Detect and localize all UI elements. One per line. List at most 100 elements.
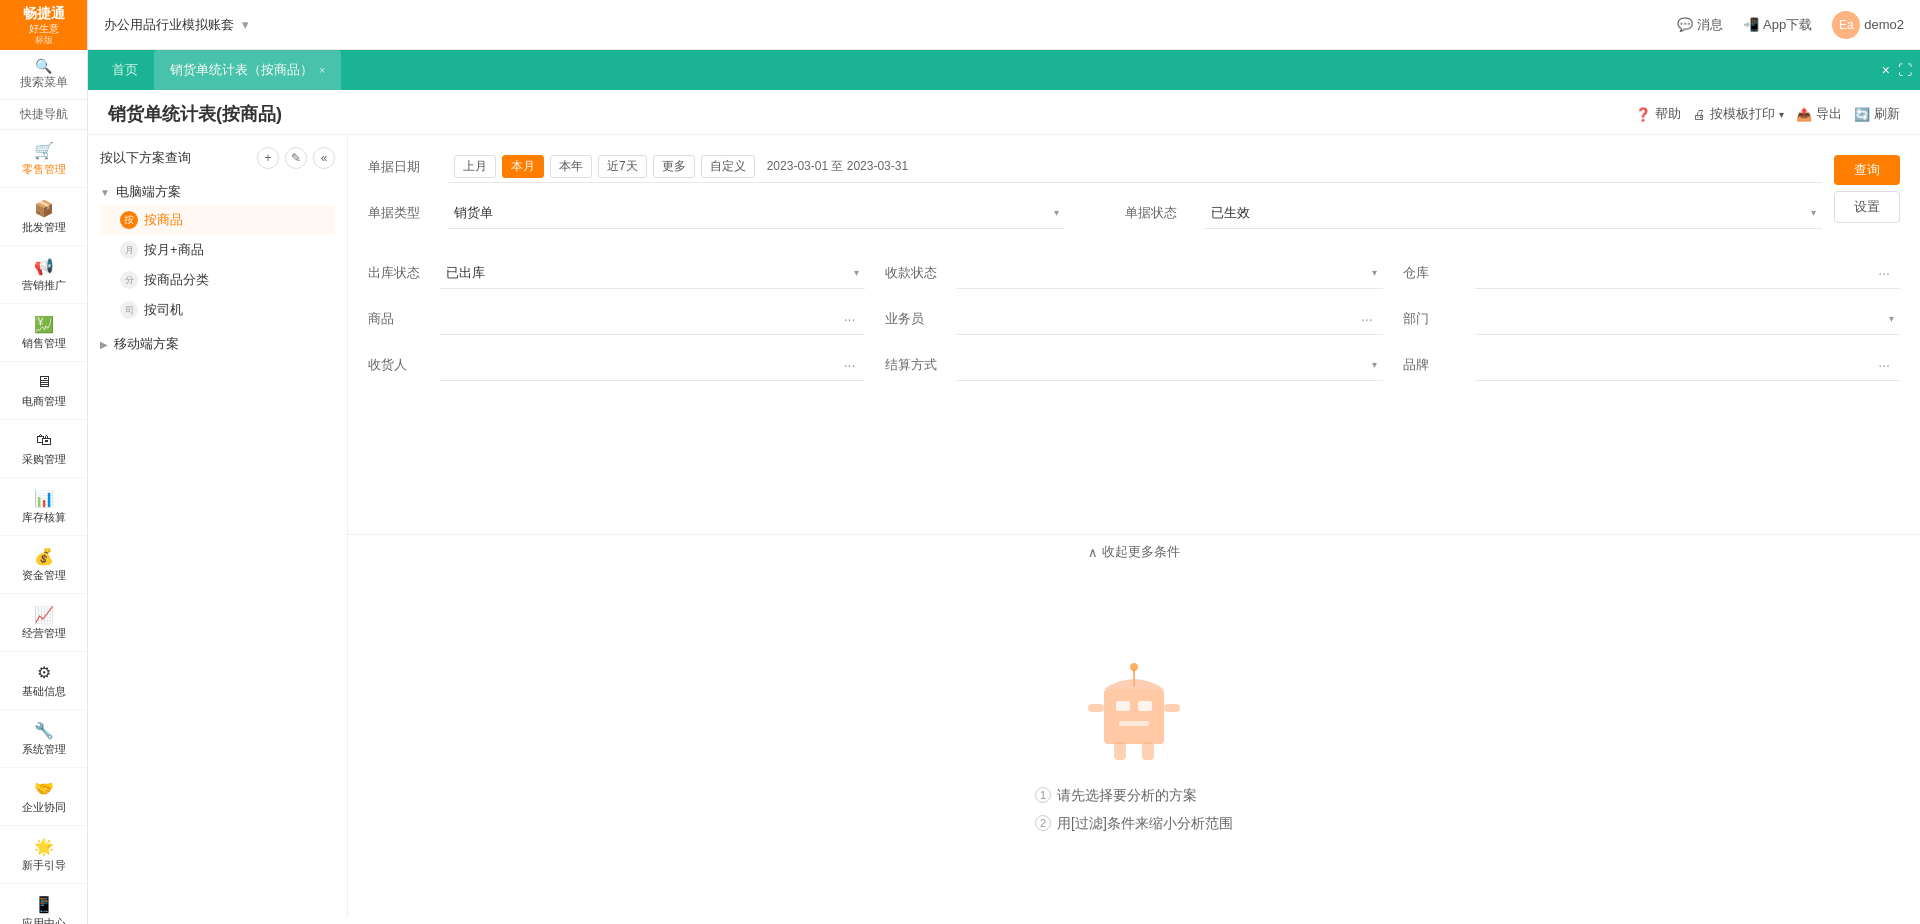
sidebar-search[interactable]: 🔍 搜索菜单 xyxy=(0,50,87,100)
settlement-arrow: ▾ xyxy=(1372,359,1377,370)
scheme-item-icon-driver: 司 xyxy=(120,301,138,319)
sidebar-item-basic[interactable]: ⚙ 基础信息 xyxy=(0,652,87,710)
pc-group-arrow: ▼ xyxy=(100,187,110,198)
scheme-item-icon-category: 分 xyxy=(120,271,138,289)
sidebar-item-retail[interactable]: 🛒 零售管理 xyxy=(0,130,87,188)
sidebar-item-sales[interactable]: 💹 销售管理 xyxy=(0,304,87,362)
svg-rect-3 xyxy=(1119,721,1149,726)
dept-label: 部门 xyxy=(1403,310,1475,328)
dept-arrow: ▾ xyxy=(1889,313,1894,324)
dept-control[interactable]: ▾ xyxy=(1475,303,1900,335)
payment-control[interactable]: ▾ xyxy=(957,257,1382,289)
docstatus-value: 已生效 xyxy=(1211,204,1807,222)
scheme-item-label-month: 按月+商品 xyxy=(144,241,204,259)
sidebar-item-newguide[interactable]: 🌟 新手引导 xyxy=(0,826,87,884)
date-recent7-btn[interactable]: 近7天 xyxy=(598,155,647,178)
docstatus-control[interactable]: 已生效 ▾ xyxy=(1205,197,1822,229)
brand-dots[interactable]: ··· xyxy=(1874,357,1894,373)
filter-brand: 品牌 ··· xyxy=(1403,349,1900,381)
logo-text: 畅捷通 好生意 标版 xyxy=(23,4,65,47)
empty-illustration xyxy=(1074,649,1194,769)
tab-close-icon[interactable]: × xyxy=(319,64,325,76)
tip-text-1: 请先选择要分析的方案 xyxy=(1057,781,1197,809)
outstatus-control[interactable]: 已出库 ▾ xyxy=(440,257,865,289)
window-close-icon[interactable]: × xyxy=(1882,62,1890,78)
salesperson-control[interactable]: ··· xyxy=(957,303,1382,335)
scheme-item-by-category[interactable]: 分 按商品分类 xyxy=(100,265,335,295)
warehouse-control[interactable]: ··· xyxy=(1475,257,1900,289)
receiver-dots[interactable]: ··· xyxy=(840,357,860,373)
collapse-row[interactable]: ∧ 收起更多条件 xyxy=(348,534,1920,569)
sidebar-item-marketing[interactable]: 📢 营销推广 xyxy=(0,246,87,304)
scheme-group-mobile-header[interactable]: ▶ 移动端方案 xyxy=(100,331,335,357)
message-icon: 💬 xyxy=(1677,17,1693,32)
date-last-month-btn[interactable]: 上月 xyxy=(454,155,496,178)
receiver-control[interactable]: ··· xyxy=(440,349,865,381)
scheme-panel-header: 按以下方案查询 + ✎ « xyxy=(100,147,335,169)
print-btn[interactable]: 🖨 按模板打印 ▾ xyxy=(1693,105,1784,123)
svg-rect-1 xyxy=(1116,701,1130,711)
page-title: 销货单统计表(按商品) xyxy=(108,102,282,126)
appcenter-icon: 📱 xyxy=(34,894,54,914)
scheme-item-by-driver[interactable]: 司 按司机 xyxy=(100,295,335,325)
refresh-icon: 🔄 xyxy=(1854,107,1870,122)
sidebar-quick-nav[interactable]: 快捷导航 xyxy=(0,100,87,130)
industry-dropdown-icon[interactable]: ▾ xyxy=(242,17,249,32)
date-more-btn[interactable]: 更多 xyxy=(653,155,695,178)
query-button[interactable]: 查询 xyxy=(1834,155,1900,185)
product-control[interactable]: ··· xyxy=(440,303,865,335)
sidebar-item-inventory[interactable]: 📊 库存核算 xyxy=(0,478,87,536)
sidebar-item-wholesale[interactable]: 📦 批发管理 xyxy=(0,188,87,246)
sidebar-item-purchase[interactable]: 🛍 采购管理 xyxy=(0,420,87,478)
sidebar-item-system[interactable]: 🔧 系统管理 xyxy=(0,710,87,768)
window-expand-icon[interactable]: ⛶ xyxy=(1898,62,1912,78)
sidebar-item-finance[interactable]: 💰 资金管理 xyxy=(0,536,87,594)
help-icon: ❓ xyxy=(1635,107,1651,122)
tab-sales-report[interactable]: 销货单统计表（按商品） × xyxy=(154,50,341,90)
scheme-item-by-product[interactable]: 按 按商品 xyxy=(100,205,335,235)
marketing-icon: 📢 xyxy=(34,256,54,276)
scheme-group-pc-header[interactable]: ▼ 电脑端方案 xyxy=(100,179,335,205)
product-label: 商品 xyxy=(368,310,440,328)
scheme-edit-btn[interactable]: ✎ xyxy=(285,147,307,169)
mobile-group-label: 移动端方案 xyxy=(114,335,179,353)
date-control[interactable]: 上月 本月 本年 近7天 更多 自定义 2023-03-01 至 2023-03… xyxy=(448,151,1822,183)
salesperson-dots[interactable]: ··· xyxy=(1357,311,1377,327)
date-this-month-btn[interactable]: 本月 xyxy=(502,155,544,178)
product-dots[interactable]: ··· xyxy=(840,311,860,327)
sidebar: 畅捷通 好生意 标版 🔍 搜索菜单 快捷导航 🛒 零售管理 📦 批发管理 📢 营… xyxy=(0,0,88,924)
doctype-control[interactable]: 销货单 ▾ xyxy=(448,197,1065,229)
avatar: Ea xyxy=(1832,11,1860,39)
doctype-value: 销货单 xyxy=(454,204,1050,222)
setting-button[interactable]: 设置 xyxy=(1834,191,1900,223)
tabs-bar: 首页 销货单统计表（按商品） × × ⛶ xyxy=(88,50,1920,90)
sidebar-item-ecommerce[interactable]: 🖥 电商管理 xyxy=(0,362,87,420)
sidebar-item-operations[interactable]: 📈 经营管理 xyxy=(0,594,87,652)
empty-state: 1 请先选择要分析的方案 2 用[过滤]条件来缩小分析范围 xyxy=(348,569,1920,917)
user-avatar-area[interactable]: Ea demo2 xyxy=(1832,11,1904,39)
scheme-item-by-month[interactable]: 月 按月+商品 xyxy=(100,235,335,265)
print-dropdown-icon: ▾ xyxy=(1779,109,1784,120)
sidebar-item-appcenter[interactable]: 📱 应用中心 xyxy=(0,884,87,924)
help-btn[interactable]: ❓ 帮助 xyxy=(1635,105,1681,123)
svg-rect-8 xyxy=(1114,742,1126,760)
scheme-item-icon-product: 按 xyxy=(120,211,138,229)
filter-payment: 收款状态 ▾ xyxy=(885,257,1382,289)
date-custom-btn[interactable]: 自定义 xyxy=(701,155,755,178)
settlement-control[interactable]: ▾ xyxy=(957,349,1382,381)
brand-control[interactable]: ··· xyxy=(1475,349,1900,381)
app-download-btn[interactable]: 📲 App下载 xyxy=(1743,16,1812,34)
refresh-btn[interactable]: 🔄 刷新 xyxy=(1854,105,1900,123)
sidebar-item-enterprise[interactable]: 🤝 企业协同 xyxy=(0,768,87,826)
svg-rect-6 xyxy=(1088,704,1104,712)
main-area: 办公用品行业模拟账套 ▾ 💬 消息 📲 App下载 Ea demo2 首页 xyxy=(88,0,1920,924)
logo-area: 畅捷通 好生意 标版 xyxy=(0,0,87,50)
export-btn[interactable]: 📤 导出 xyxy=(1796,105,1842,123)
filter-doctype-row: 单据类型 销货单 ▾ 单据状态 已生效 ▾ xyxy=(368,197,1822,229)
scheme-add-btn[interactable]: + xyxy=(257,147,279,169)
scheme-collapse-btn[interactable]: « xyxy=(313,147,335,169)
date-this-year-btn[interactable]: 本年 xyxy=(550,155,592,178)
tab-home[interactable]: 首页 xyxy=(96,50,154,90)
message-btn[interactable]: 💬 消息 xyxy=(1677,16,1723,34)
warehouse-dots[interactable]: ··· xyxy=(1874,265,1894,281)
